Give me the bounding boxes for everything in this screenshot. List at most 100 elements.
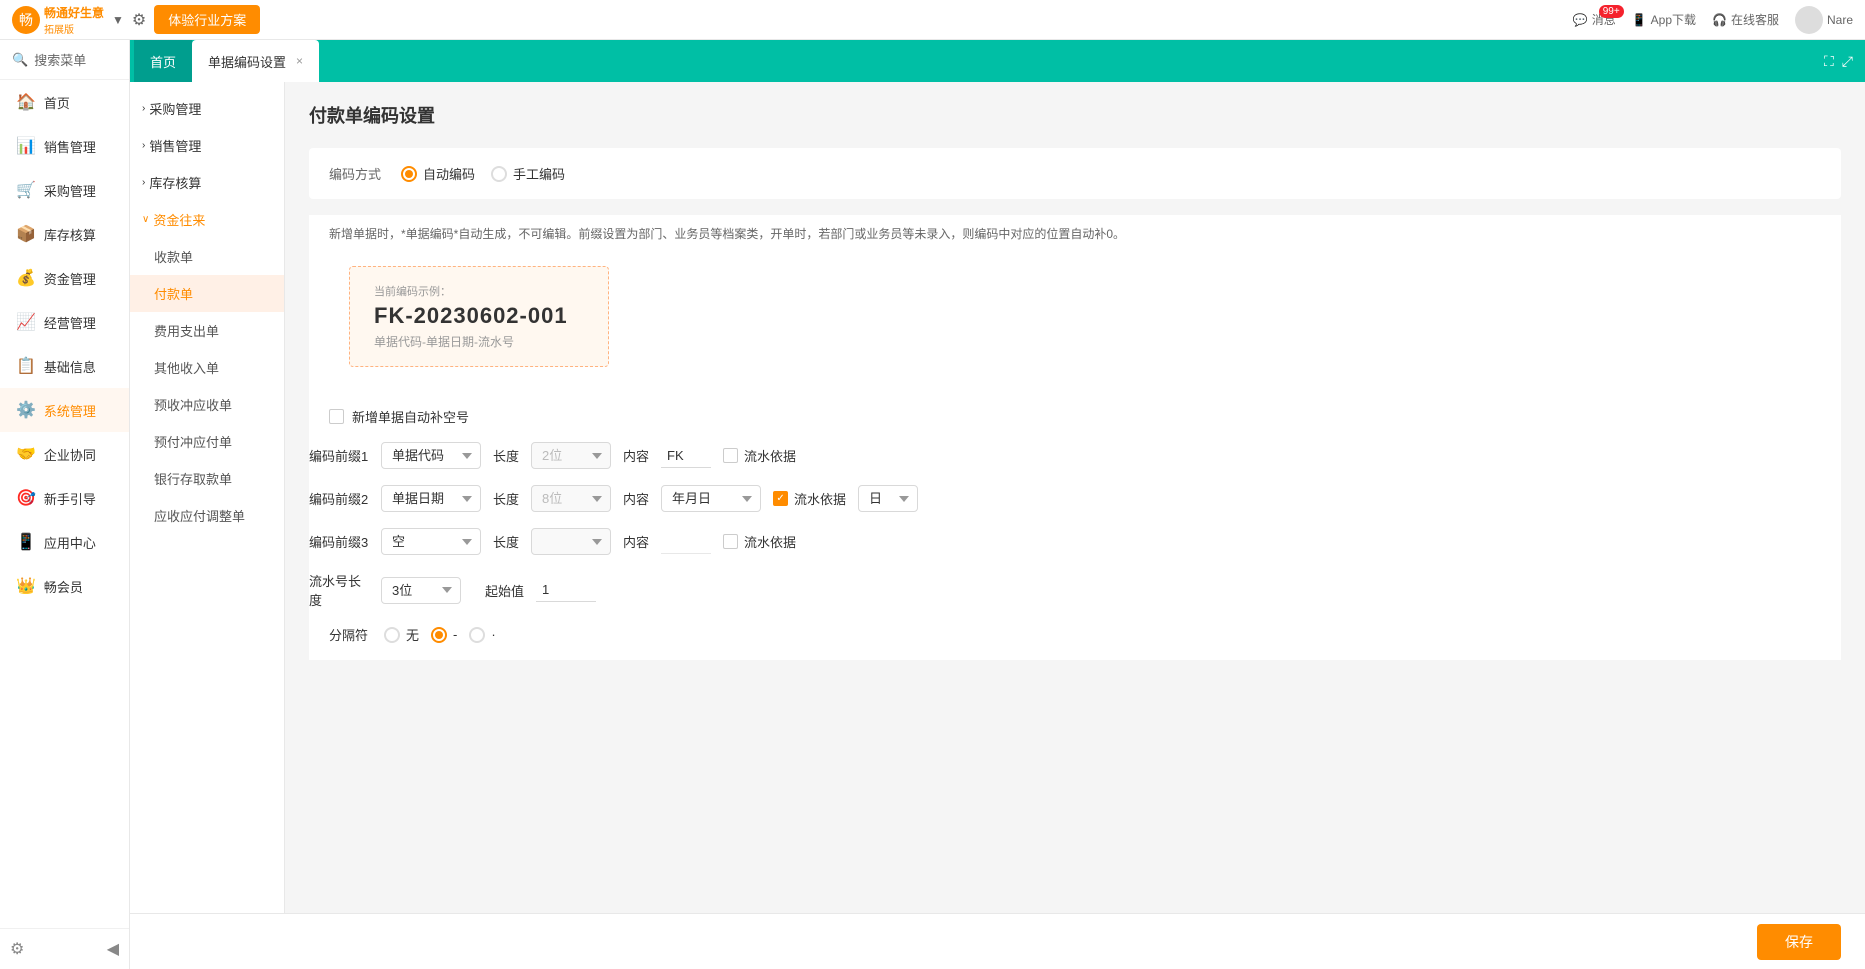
auto-encode-radio[interactable]: 自动编码 [401,164,475,183]
tab-home[interactable]: 首页 [134,40,192,82]
start-value-input[interactable] [536,578,596,602]
message-icon[interactable]: 💬 消息 99+ [1573,11,1616,28]
sidebar-search[interactable]: 🔍 搜索菜单 [0,40,129,80]
preview-label: 当前编码示例： [374,283,584,299]
sidebar-item-apps[interactable]: 📱 应用中心 [0,520,129,564]
auto-fill-row: 新增单据自动补空号 [309,399,1841,442]
config-row-2: 编码前缀2 单据日期 长度 8位 内容 年月日 ✓ [309,485,1841,512]
sales-icon: 📊 [16,136,36,156]
encode-method-label: 编码方式 [329,164,381,183]
trial-button[interactable]: 体验行业方案 [154,5,260,34]
sub-menu-payment[interactable]: 付款单 [130,275,284,312]
sub-menu-inventory[interactable]: › 库存核算 [130,164,284,201]
config-section: 编码前缀1 单据代码 长度 2位 内容 流水依据 [309,442,1841,660]
settings-icon[interactable]: ⚙ [132,10,146,30]
serial-len-select[interactable]: 3位 [381,577,461,604]
app-download[interactable]: 📱 App下载 [1632,11,1696,28]
sub-menu-adjustment[interactable]: 应收应付调整单 [130,497,284,534]
top-bar: 畅 畅通好生意 拓展版 ▼ ⚙ 体验行业方案 💬 消息 99+ 📱 App下载 … [0,0,1865,40]
top-bar-nav: ▼ ⚙ 体验行业方案 [112,5,260,34]
bottom-settings-icon[interactable]: ⚙ [10,939,24,959]
config-label-2: 编码前缀2 [309,489,369,508]
save-button[interactable]: 保存 [1757,924,1841,960]
sub-menu-sales[interactable]: › 销售管理 [130,127,284,164]
user-avatar [1795,6,1823,34]
sidebar-item-enterprise[interactable]: 🤝 企业协同 [0,432,129,476]
tab-expand-icon[interactable]: ⛶ [1824,53,1834,70]
top-bar-left: 畅 畅通好生意 拓展版 ▼ ⚙ 体验行业方案 [12,4,260,36]
sub-menu-bank[interactable]: 银行存取款单 [130,460,284,497]
serial-cb-3: 流水依据 [723,532,796,551]
auto-encode-radio-circle [401,166,417,182]
serial-check-3[interactable] [723,534,738,549]
logo: 畅 畅通好生意 拓展版 [12,4,104,36]
separator-row: 分隔符 无 - · [329,625,1821,644]
sidebar: 🔍 搜索菜单 🏠 首页 📊 销售管理 🛒 采购管理 📦 库存核算 💰 资金管理 … [0,40,130,969]
collapse-icon[interactable]: ◀ [107,939,119,959]
main: 首页 单据编码设置 × ⛶ ⤢ › 采购管理 › 销售管理 [130,40,1865,969]
start-value-label: 起始值 [485,581,524,600]
content3-input[interactable] [661,530,711,554]
sub-menu-capital-children: 收款单 付款单 费用支出单 其他收入单 预收冲应收单 预付冲应付单 银行存取款单… [130,238,284,534]
sub-menu-advance-receive[interactable]: 预收冲应收单 [130,386,284,423]
sidebar-item-home[interactable]: 🏠 首页 [0,80,129,124]
preview-box: 当前编码示例： FK-20230602-001 单据代码-单据日期-流水号 [349,266,609,367]
serial-config-row: 流水号长度 3位 起始值 [309,571,1841,609]
tab-close-icon[interactable]: × [296,54,303,68]
sub-menu-purchase[interactable]: › 采购管理 [130,90,284,127]
sidebar-item-member[interactable]: 👑 畅会员 [0,564,129,608]
sidebar-item-operation[interactable]: 📈 经营管理 [0,300,129,344]
day-select[interactable]: 日 [858,485,918,512]
sidebar-item-inventory[interactable]: 📦 库存核算 [0,212,129,256]
len1-select[interactable]: 2位 [531,442,611,469]
content-label-3: 内容 [623,532,649,551]
config-label-1: 编码前缀1 [309,446,369,465]
len3-select[interactable] [531,528,611,555]
sub-menu-receipt[interactable]: 收款单 [130,238,284,275]
sidebar-item-sales[interactable]: 📊 销售管理 [0,124,129,168]
user-info[interactable]: Nare [1795,6,1853,34]
content-label-1: 内容 [623,446,649,465]
sidebar-item-finance[interactable]: 💰 资金管理 [0,256,129,300]
apps-icon: 📱 [16,532,36,552]
content2-select[interactable]: 年月日 [661,485,761,512]
online-service[interactable]: 🎧 在线客服 [1712,11,1779,28]
tab-encode-settings[interactable]: 单据编码设置 × [192,40,319,82]
preview-code: FK-20230602-001 [374,303,584,329]
encode-radio-group: 自动编码 手工编码 [401,164,565,183]
serial-check-1[interactable] [723,448,738,463]
prefix2-select[interactable]: 单据日期 [381,485,481,512]
sidebar-bottom: ⚙ ◀ [0,928,129,969]
manual-encode-radio[interactable]: 手工编码 [491,164,565,183]
sep-dot[interactable]: - [431,627,457,643]
prefix3-select[interactable]: 空 [381,528,481,555]
top-bar-right: 💬 消息 99+ 📱 App下载 🎧 在线客服 Nare [1573,6,1853,34]
sep-dash[interactable]: · [469,627,495,643]
content-label-2: 内容 [623,489,649,508]
sidebar-item-guide[interactable]: 🎯 新手引导 [0,476,129,520]
tab-bar-actions: ⛶ ⤢ [1824,53,1861,70]
sidebar-item-basic[interactable]: 📋 基础信息 [0,344,129,388]
auto-fill-checkbox[interactable] [329,409,344,424]
prefix1-select[interactable]: 单据代码 [381,442,481,469]
sidebar-item-purchase[interactable]: 🛒 采购管理 [0,168,129,212]
sep-none[interactable]: 无 [384,625,419,644]
len2-select[interactable]: 8位 [531,485,611,512]
logo-text: 畅通好生意 拓展版 [44,4,104,36]
inventory-icon: 📦 [16,224,36,244]
serial-check-2[interactable]: ✓ [773,491,788,506]
layout: 🔍 搜索菜单 🏠 首页 📊 销售管理 🛒 采购管理 📦 库存核算 💰 资金管理 … [0,0,1865,969]
user-name: Nare [1827,13,1853,27]
sub-menu-capital[interactable]: ∨ 资金往来 [130,201,284,238]
config-row-3: 编码前缀3 空 长度 内容 流水依据 [309,528,1841,555]
sub-menu-advance-pay[interactable]: 预付冲应付单 [130,423,284,460]
sub-menu-expense[interactable]: 费用支出单 [130,312,284,349]
encode-method-section: 编码方式 自动编码 手工编码 [309,148,1841,199]
tab-fullscreen-icon[interactable]: ⤢ [1842,53,1853,70]
sub-menu-other-income[interactable]: 其他收入单 [130,349,284,386]
content1-input[interactable] [661,444,711,468]
basic-icon: 📋 [16,356,36,376]
nav-dropdown[interactable]: ▼ [112,13,124,27]
sidebar-item-system[interactable]: ⚙️ 系统管理 [0,388,129,432]
purchase-icon: 🛒 [16,180,36,200]
